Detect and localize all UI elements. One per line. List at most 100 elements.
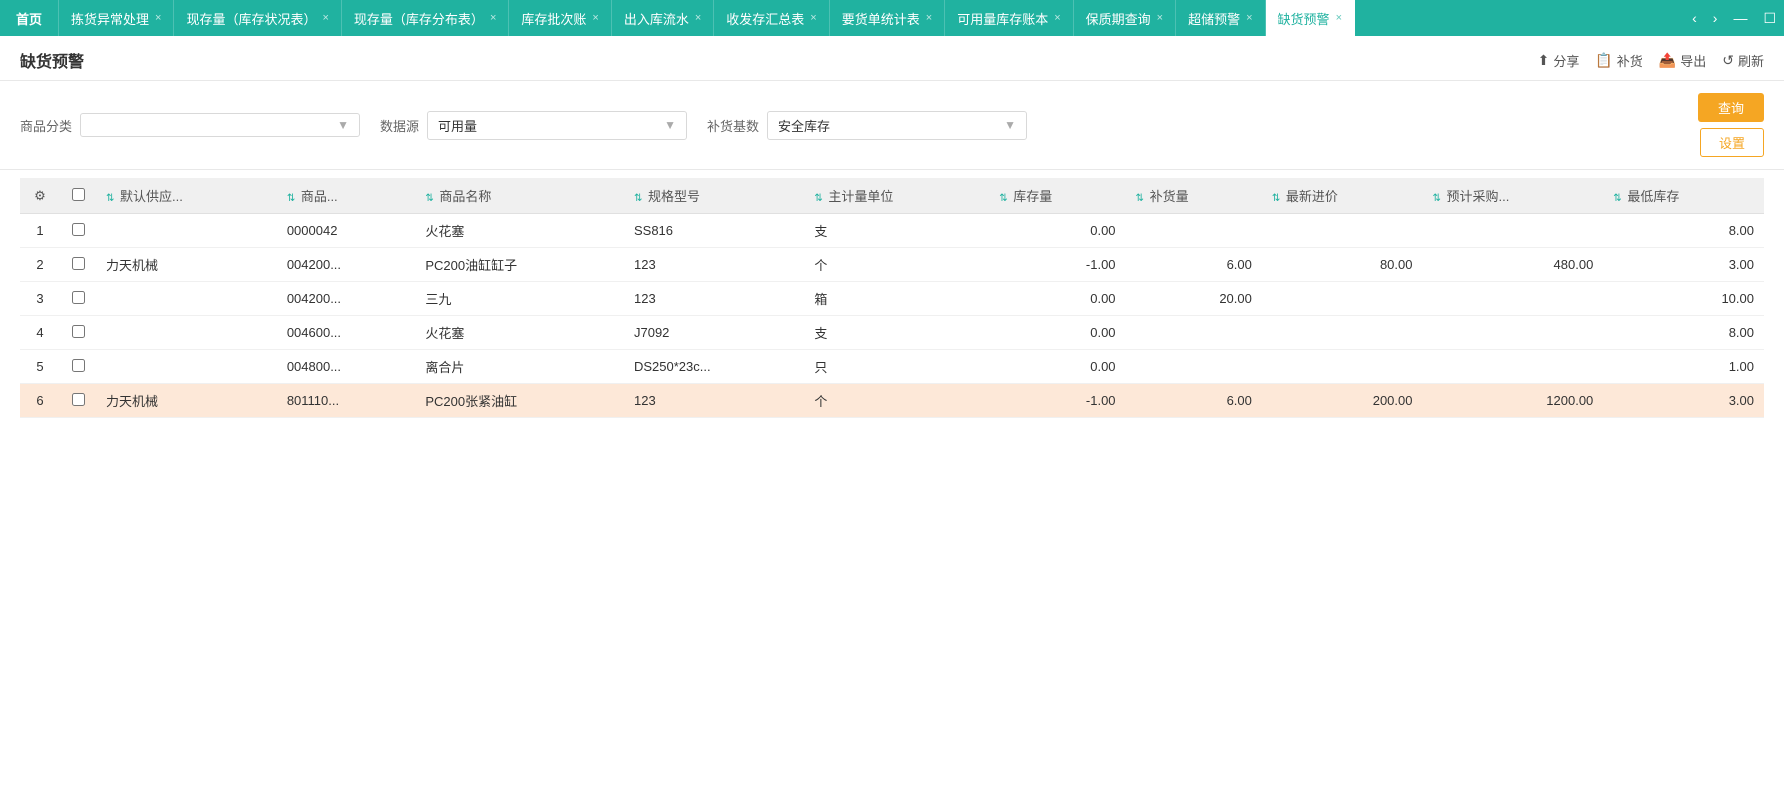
row-goods-code-5: 004800... — [277, 350, 416, 384]
row-min-stock-1: 8.00 — [1603, 214, 1764, 248]
replenish-base-label: 补货基数 — [707, 116, 759, 135]
close-inventory-status-icon[interactable]: × — [322, 12, 328, 24]
row-replenish-qty-1 — [1126, 214, 1262, 248]
row-stock-4: 0.00 — [989, 316, 1125, 350]
refresh-button[interactable]: ↺ 刷新 — [1722, 51, 1764, 70]
tab-batch-account[interactable]: 库存批次账 × — [509, 0, 611, 36]
checkbox-column-header[interactable] — [60, 178, 96, 214]
row-unit-3: 箱 — [804, 282, 989, 316]
tab-expiry-query[interactable]: 保质期查询 × — [1074, 0, 1176, 36]
tab-maximize-button[interactable]: ☐ — [1755, 0, 1784, 36]
spec-sort-icon: ⇅ — [634, 193, 642, 204]
close-inout-flow-icon[interactable]: × — [695, 12, 701, 24]
replenish-qty-sort-icon: ⇅ — [1136, 193, 1144, 204]
row-goods-name-6: PC200张紧油缸 — [415, 384, 624, 418]
row-spec-5: DS250*23c... — [624, 350, 804, 384]
tab-abnormal[interactable]: 拣货异常处理 × — [59, 0, 174, 36]
row-goods-name-3: 三九 — [415, 282, 624, 316]
row-replenish-qty-4 — [1126, 316, 1262, 350]
goods-name-column-header[interactable]: ⇅ 商品名称 — [415, 178, 624, 214]
row-min-stock-4: 8.00 — [1603, 316, 1764, 350]
stock-column-header[interactable]: ⇅ 库存量 — [989, 178, 1125, 214]
row-stock-6: -1.00 — [989, 384, 1125, 418]
row-no-2: 2 — [20, 248, 60, 282]
row-estimated-purchase-1 — [1422, 214, 1603, 248]
unit-column-header[interactable]: ⇅ 主计量单位 — [804, 178, 989, 214]
tab-scroll-left-button[interactable]: ‹ — [1684, 0, 1705, 36]
min-stock-column-header[interactable]: ⇅ 最低库存 — [1603, 178, 1764, 214]
settings-button[interactable]: 设置 — [1700, 128, 1764, 157]
close-demand-stats-icon[interactable]: × — [926, 12, 932, 24]
row-no-1: 1 — [20, 214, 60, 248]
supplier-column-header[interactable]: ⇅ 默认供应... — [96, 178, 277, 214]
row-unit-2: 个 — [804, 248, 989, 282]
tab-scroll-right-button[interactable]: › — [1705, 0, 1726, 36]
replenish-base-select-value: 安全库存 — [778, 116, 830, 135]
tab-home[interactable]: 首页 — [0, 0, 59, 36]
close-inventory-dist-icon[interactable]: × — [490, 12, 496, 24]
latest-price-sort-icon: ⇅ — [1272, 193, 1280, 204]
goods-code-column-header[interactable]: ⇅ 商品... — [277, 178, 416, 214]
row-goods-code-4: 004600... — [277, 316, 416, 350]
header-actions: ⬆ 分享 📋 补货 📤 导出 ↺ 刷新 — [1538, 51, 1764, 70]
goods-code-sort-icon: ⇅ — [287, 193, 295, 204]
close-expiry-query-icon[interactable]: × — [1157, 12, 1163, 24]
row-checkbox-5[interactable] — [60, 350, 96, 384]
tab-demand-stats[interactable]: 要货单统计表 × — [830, 0, 945, 36]
tab-inventory-dist[interactable]: 现存量（库存分布表） × — [342, 0, 509, 36]
row-checkbox-4[interactable] — [60, 316, 96, 350]
export-button[interactable]: 📤 导出 — [1659, 51, 1706, 70]
row-min-stock-2: 3.00 — [1603, 248, 1764, 282]
row-checkbox-3[interactable] — [60, 282, 96, 316]
row-goods-code-6: 801110... — [277, 384, 416, 418]
page-header: 缺货预警 ⬆ 分享 📋 补货 📤 导出 ↺ 刷新 — [0, 36, 1784, 81]
close-available-ledger-icon[interactable]: × — [1054, 12, 1060, 24]
replenish-qty-column-header[interactable]: ⇅ 补货量 — [1126, 178, 1262, 214]
replenish-base-select[interactable]: 安全库存 ▼ — [767, 111, 1027, 140]
filter-area: 商品分类 ▼ 数据源 可用量 ▼ 补货基数 安全库存 ▼ 查询 设置 — [0, 81, 1784, 170]
row-checkbox-1[interactable] — [60, 214, 96, 248]
category-select[interactable]: ▼ — [80, 113, 360, 137]
row-unit-6: 个 — [804, 384, 989, 418]
close-batch-account-icon[interactable]: × — [592, 12, 598, 24]
tab-overstock[interactable]: 超储预警 × — [1176, 0, 1265, 36]
row-min-stock-3: 10.00 — [1603, 282, 1764, 316]
row-checkbox-2[interactable] — [60, 248, 96, 282]
row-supplier-6: 力天机械 — [96, 384, 277, 418]
tab-inventory-status[interactable]: 现存量（库存状况表） × — [174, 0, 341, 36]
row-latest-price-2: 80.00 — [1262, 248, 1423, 282]
select-all-checkbox[interactable] — [72, 188, 85, 201]
row-checkbox-6[interactable] — [60, 384, 96, 418]
latest-price-column-header[interactable]: ⇅ 最新进价 — [1262, 178, 1423, 214]
table-header-row: ⚙ ⇅ 默认供应... ⇅ 商品... ⇅ 商品名称 — [20, 178, 1764, 214]
share-button[interactable]: ⬆ 分享 — [1538, 51, 1580, 70]
table-body: 1 0000042 火花塞 SS816 支 0.00 8.00 2 力天机械 0… — [20, 214, 1764, 418]
tab-available-ledger[interactable]: 可用量库存账本 × — [945, 0, 1073, 36]
tab-inout-flow[interactable]: 出入库流水 × — [612, 0, 714, 36]
row-stock-3: 0.00 — [989, 282, 1125, 316]
close-abnormal-icon[interactable]: × — [155, 12, 161, 24]
unit-sort-icon: ⇅ — [814, 193, 822, 204]
row-min-stock-5: 1.00 — [1603, 350, 1764, 384]
tab-minimize-button[interactable]: — — [1725, 0, 1755, 36]
close-overstock-icon[interactable]: × — [1246, 12, 1252, 24]
replenish-button[interactable]: 📋 补货 — [1595, 51, 1642, 70]
tab-shortage[interactable]: 缺货预警 × — [1266, 0, 1355, 36]
datasource-select-value: 可用量 — [438, 116, 477, 135]
close-receive-summary-icon[interactable]: × — [810, 12, 816, 24]
export-icon: 📤 — [1659, 52, 1676, 69]
settings-column-header[interactable]: ⚙ — [20, 178, 60, 214]
datasource-select[interactable]: 可用量 ▼ — [427, 111, 687, 140]
tab-receive-summary[interactable]: 收发存汇总表 × — [714, 0, 829, 36]
row-replenish-qty-5 — [1126, 350, 1262, 384]
row-supplier-4 — [96, 316, 277, 350]
spec-column-header[interactable]: ⇅ 规格型号 — [624, 178, 804, 214]
category-label: 商品分类 — [20, 116, 72, 135]
replenish-base-select-arrow-icon: ▼ — [1004, 118, 1016, 132]
row-estimated-purchase-5 — [1422, 350, 1603, 384]
estimated-purchase-column-header[interactable]: ⇅ 预计采购... — [1422, 178, 1603, 214]
query-button[interactable]: 查询 — [1698, 93, 1764, 122]
row-goods-code-1: 0000042 — [277, 214, 416, 248]
row-goods-name-2: PC200油缸缸子 — [415, 248, 624, 282]
close-shortage-icon[interactable]: × — [1336, 12, 1342, 24]
